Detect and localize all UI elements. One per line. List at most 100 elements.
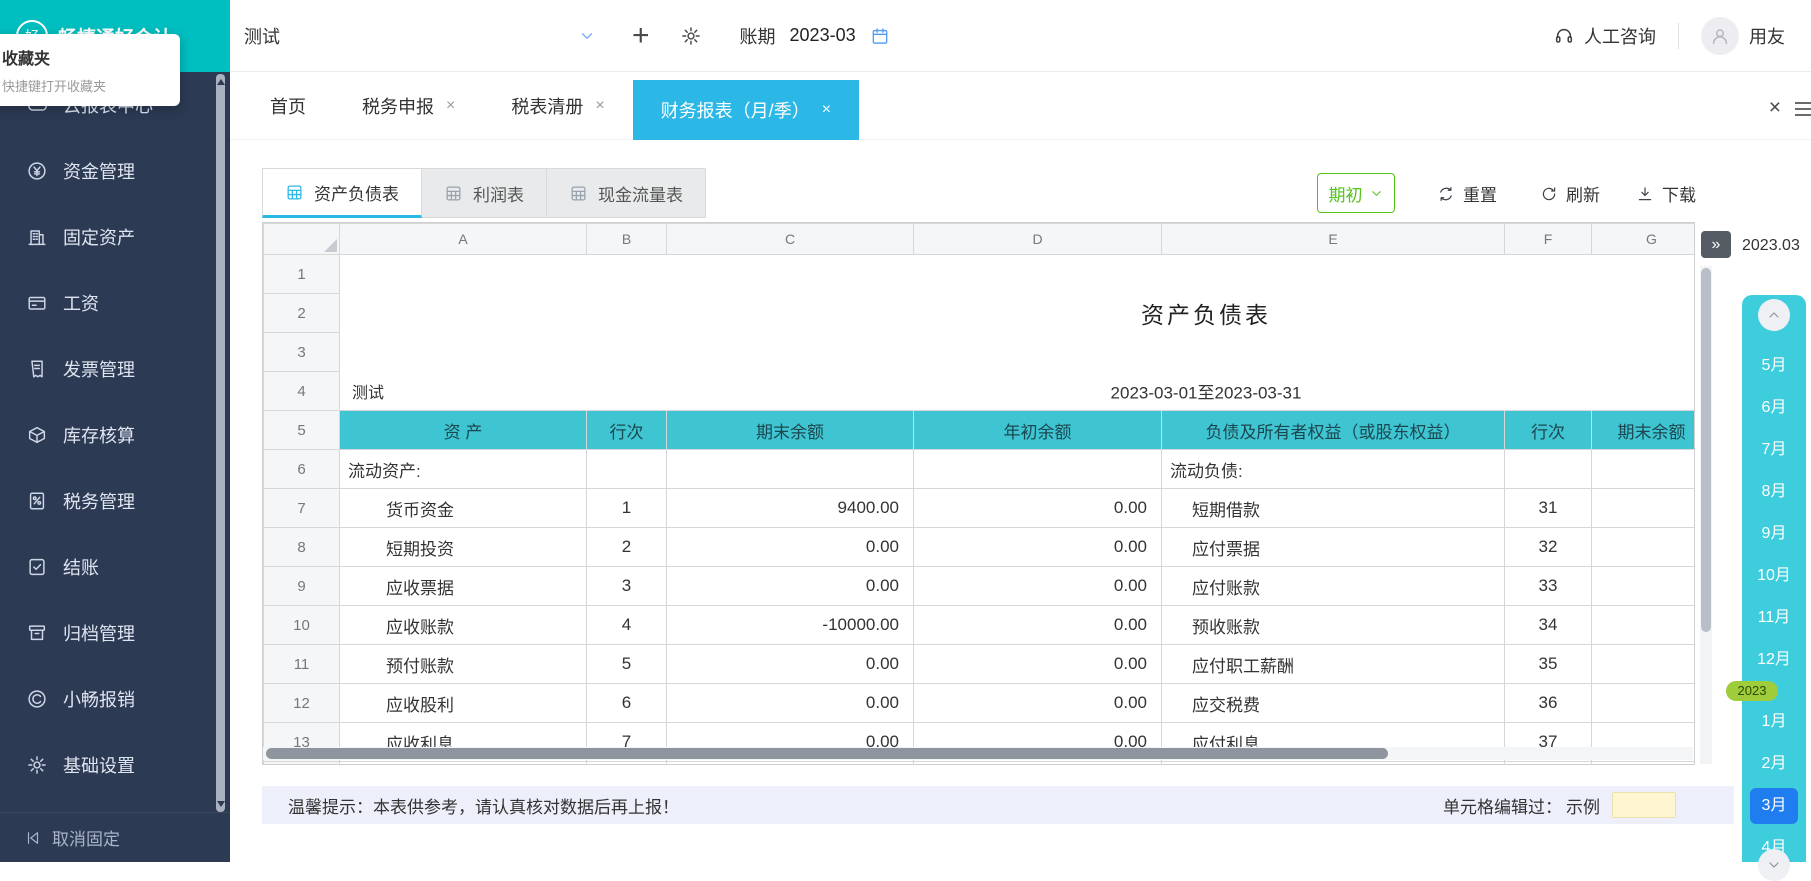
months-scroll-up-button[interactable]: [1758, 299, 1790, 331]
sidebar-scrollbar[interactable]: [216, 74, 225, 812]
sidebar-item-3[interactable]: 工资: [0, 270, 230, 336]
cell-ending-balance[interactable]: [1591, 488, 1694, 528]
row-header[interactable]: 14: [263, 761, 340, 764]
month-11月[interactable]: 11月: [1742, 597, 1806, 639]
cell-ending-balance[interactable]: -10000.00: [666, 605, 914, 645]
column-header-B[interactable]: B: [586, 223, 667, 255]
select-all-corner[interactable]: [263, 223, 340, 255]
sidebar-item-6[interactable]: 税务管理: [0, 468, 230, 534]
horizontal-scrollbar-thumb[interactable]: [266, 748, 1388, 759]
tab-close-icon[interactable]: ×: [822, 101, 831, 119]
month-9月[interactable]: 9月: [1742, 513, 1806, 555]
cell-asset-name[interactable]: 应收股利: [339, 683, 587, 723]
row-header[interactable]: 11: [263, 644, 340, 684]
cell[interactable]: 测试 2023-03-01至2023-03-31: [339, 371, 1694, 411]
cell-ending-balance[interactable]: [1591, 605, 1694, 645]
tab-close-icon[interactable]: ×: [446, 97, 455, 115]
cell-asset-name[interactable]: 应收票据: [339, 566, 587, 606]
avatar[interactable]: [1701, 16, 1739, 55]
header-cell[interactable]: 行次: [1504, 410, 1592, 450]
cell-line-no[interactable]: 31: [1504, 488, 1592, 528]
cell-asset-name[interactable]: 货币资金: [339, 488, 587, 528]
column-header-C[interactable]: C: [666, 223, 914, 255]
sidebar-item-5[interactable]: 库存核算: [0, 402, 230, 468]
calendar-icon[interactable]: [870, 26, 890, 46]
tab-list-menu-icon[interactable]: [1795, 98, 1811, 120]
month-1月[interactable]: 1月: [1742, 701, 1806, 743]
cell-asset-name[interactable]: 预付账款: [339, 644, 587, 684]
month-12月[interactable]: 12月: [1742, 639, 1806, 681]
cell-ending-balance[interactable]: 9400.00: [666, 488, 914, 528]
cell[interactable]: [339, 761, 587, 764]
row-header[interactable]: 5: [263, 410, 340, 450]
cell-line-no[interactable]: 35: [1504, 644, 1592, 684]
cell-beginning-balance[interactable]: [913, 449, 1162, 489]
scroll-down-icon[interactable]: [216, 801, 225, 807]
month-8月[interactable]: 8月: [1742, 471, 1806, 513]
cell[interactable]: 资产负债表: [339, 293, 1694, 333]
cell-beginning-balance[interactable]: 0.00: [913, 605, 1162, 645]
cell-line-no[interactable]: 32: [1504, 527, 1592, 567]
cell-liability-name[interactable]: 短期借款: [1161, 488, 1505, 528]
header-cell[interactable]: 资 产: [339, 410, 587, 450]
cell-ending-balance[interactable]: 0.00: [666, 566, 914, 606]
support-button[interactable]: 人工咨询: [1553, 23, 1656, 49]
cell-line-no[interactable]: 33: [1504, 566, 1592, 606]
month-6月[interactable]: 6月: [1742, 387, 1806, 429]
cell[interactable]: [1591, 761, 1694, 764]
opening-period-button[interactable]: 期初: [1317, 173, 1395, 213]
cell-line-no[interactable]: 36: [1504, 683, 1592, 723]
cell[interactable]: [586, 761, 667, 764]
cell[interactable]: [339, 254, 1694, 294]
cell[interactable]: [339, 332, 1694, 372]
row-header[interactable]: 2: [263, 293, 340, 333]
month-2月[interactable]: 2月: [1742, 743, 1806, 785]
header-cell[interactable]: 期末余额: [1591, 410, 1694, 450]
row-header[interactable]: 3: [263, 332, 340, 372]
month-3月[interactable]: 3月: [1750, 788, 1798, 824]
column-header-E[interactable]: E: [1161, 223, 1505, 255]
cell-asset-name[interactable]: 流动资产:: [339, 449, 587, 489]
sidebar-item-10[interactable]: 基础设置: [0, 732, 230, 798]
report-subtab-2[interactable]: 现金流量表: [547, 168, 706, 218]
sidebar-item-11[interactable]: 新手引导: [0, 798, 230, 812]
report-subtab-1[interactable]: 利润表: [422, 168, 547, 218]
cell-ending-balance[interactable]: 0.00: [666, 527, 914, 567]
download-button[interactable]: 下载: [1636, 181, 1696, 206]
tab-1[interactable]: 税务申报 ×: [334, 72, 483, 140]
period-value[interactable]: 2023-03: [790, 25, 856, 46]
sidebar-item-7[interactable]: 结账: [0, 534, 230, 600]
account-set-select[interactable]: 测试: [244, 23, 596, 49]
month-10月[interactable]: 10月: [1742, 555, 1806, 597]
cell-line-no[interactable]: [586, 449, 667, 489]
column-header-G[interactable]: G: [1591, 223, 1694, 255]
vertical-scrollbar[interactable]: [1700, 266, 1712, 764]
cell-ending-balance[interactable]: 0.00: [666, 644, 914, 684]
row-header[interactable]: 12: [263, 683, 340, 723]
cell-liability-name[interactable]: 应付账款: [1161, 566, 1505, 606]
vertical-scrollbar-thumb[interactable]: [1701, 268, 1711, 632]
row-header[interactable]: 8: [263, 527, 340, 567]
header-cell[interactable]: 年初余额: [913, 410, 1162, 450]
refresh-button[interactable]: 刷新: [1540, 181, 1600, 206]
cell-beginning-balance[interactable]: 0.00: [913, 644, 1162, 684]
close-all-tabs-icon[interactable]: ×: [1769, 96, 1781, 120]
scroll-up-icon[interactable]: [216, 79, 225, 85]
cell-liability-name[interactable]: 应付票据: [1161, 527, 1505, 567]
cell-liability-name[interactable]: 预收账款: [1161, 605, 1505, 645]
row-header[interactable]: 1: [263, 254, 340, 294]
sidebar-item-9[interactable]: 小畅报销: [0, 666, 230, 732]
add-account-button[interactable]: +: [632, 20, 650, 51]
column-header-D[interactable]: D: [913, 223, 1162, 255]
cell[interactable]: [1504, 761, 1592, 764]
header-cell[interactable]: 期末余额: [666, 410, 914, 450]
row-header[interactable]: 7: [263, 488, 340, 528]
months-scroll-down-button[interactable]: [1758, 849, 1790, 881]
row-header[interactable]: 6: [263, 449, 340, 489]
month-7月[interactable]: 7月: [1742, 429, 1806, 471]
cell-beginning-balance[interactable]: 0.00: [913, 527, 1162, 567]
unpin-sidebar-button[interactable]: 取消固定: [0, 812, 230, 862]
gear-icon[interactable]: [680, 25, 702, 47]
cell-line-no[interactable]: 3: [586, 566, 667, 606]
cell-asset-name[interactable]: 应收账款: [339, 605, 587, 645]
